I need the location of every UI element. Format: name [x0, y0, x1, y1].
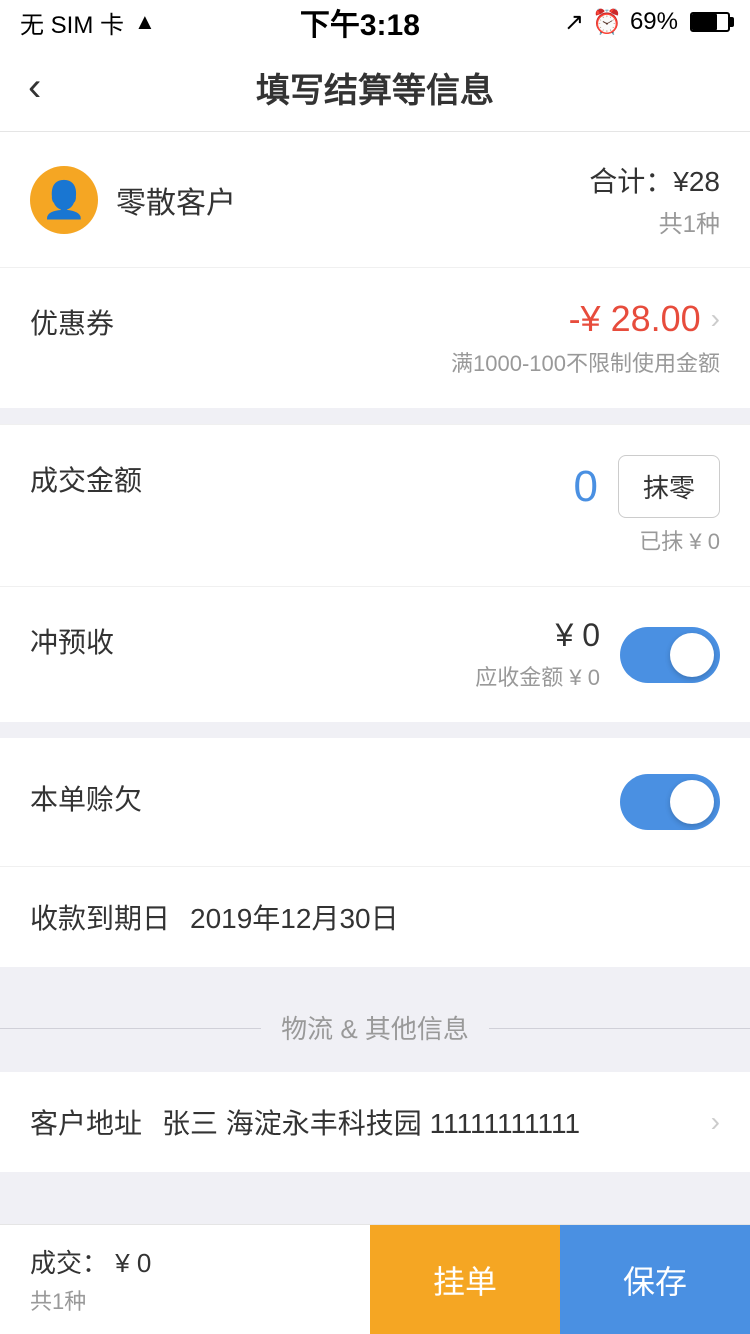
content: 👤 零散客户 合计：¥28 共1种 优惠券 -¥ 28.00 › 满1000-1…: [0, 132, 750, 1308]
address-value: 张三 海淀永丰科技园 11111111111: [162, 1102, 580, 1142]
save-button[interactable]: 保存: [560, 1225, 750, 1334]
bottom-buttons: 挂单 保存: [370, 1225, 750, 1334]
due-date-value: 2019年12月30日: [190, 897, 399, 937]
sim-status: 无 SIM 卡: [20, 5, 124, 40]
coupon-discount: -¥ 28.00: [569, 298, 701, 340]
transaction-value-row: 0 抹零: [574, 455, 721, 518]
customer-row: 👤 零散客户 合计：¥28 共1种: [0, 132, 750, 267]
back-button[interactable]: ‹: [28, 65, 41, 110]
prepayment-row: 冲预收 ¥ 0 应收金额 ¥ 0: [0, 586, 750, 722]
summary-count: 共1种: [589, 204, 720, 239]
customer-section: 👤 零散客户 合计：¥28 共1种 优惠券 -¥ 28.00 › 满1000-1…: [0, 132, 750, 408]
logistics-label: 物流 & 其他信息: [261, 1009, 489, 1046]
hold-button[interactable]: 挂单: [370, 1225, 560, 1334]
avatar-icon: 👤: [42, 179, 87, 221]
summary-total: 合计：¥28: [589, 160, 720, 200]
credit-toggle[interactable]: [620, 774, 720, 830]
credit-section: 本单赊欠 收款到期日 2019年12月30日: [0, 738, 750, 967]
transaction-amount[interactable]: 0: [574, 462, 598, 512]
customer-left: 👤 零散客户: [30, 166, 236, 234]
avatar: 👤: [30, 166, 98, 234]
coupon-chevron: ›: [711, 303, 720, 335]
prepayment-toggle-container: [620, 627, 720, 683]
status-bar: 无 SIM 卡 ▲ 下午3:18 ↗ ⏰ 69%: [0, 0, 750, 44]
wifi-icon: ▲: [134, 9, 156, 35]
prepayment-sub: 应收金额 ¥ 0: [475, 660, 600, 692]
transaction-sub: 已抹 ¥ 0: [639, 524, 720, 556]
status-left: 无 SIM 卡 ▲: [20, 5, 156, 40]
status-right: ↗ ⏰ 69%: [564, 8, 730, 37]
bottom-count: 共1种: [30, 1284, 340, 1316]
credit-row: 本单赊欠: [0, 738, 750, 866]
credit-toggle-container: [620, 774, 720, 830]
prepayment-toggle[interactable]: [620, 627, 720, 683]
status-time: 下午3:18: [300, 0, 420, 44]
bottom-info: 成交： ¥ 0 共1种: [0, 1243, 370, 1316]
address-chevron: ›: [711, 1106, 720, 1138]
address-section: 客户地址 张三 海淀永丰科技园 11111111111 ›: [0, 1072, 750, 1172]
transaction-row: 成交金额 0 抹零 已抹 ¥ 0: [0, 424, 750, 586]
coupon-desc: 满1000-100不限制使用金额: [451, 346, 720, 378]
transaction-right: 0 抹零 已抹 ¥ 0: [150, 455, 720, 556]
transaction-label: 成交金额: [30, 455, 150, 499]
prepayment-right: ¥ 0 应收金额 ¥ 0: [150, 617, 720, 692]
location-icon: ↗: [564, 8, 584, 37]
battery-percent: 69%: [630, 8, 678, 36]
credit-toggle-knob: [670, 780, 714, 824]
bottom-transaction-label: 成交：: [30, 1248, 108, 1278]
credit-label: 本单赊欠: [30, 774, 150, 818]
prepayment-value-row: ¥ 0 应收金额 ¥ 0: [475, 617, 720, 692]
nav-bar: ‹ 填写结算等信息: [0, 44, 750, 132]
prepayment-values: ¥ 0 应收金额 ¥ 0: [475, 617, 600, 692]
coupon-right: -¥ 28.00 › 满1000-100不限制使用金额: [150, 298, 720, 378]
bottom-transaction-value: ¥ 0: [115, 1248, 151, 1278]
bottom-bar: 成交： ¥ 0 共1种 挂单 保存: [0, 1224, 750, 1334]
coupon-row[interactable]: 优惠券 -¥ 28.00 › 满1000-100不限制使用金额: [0, 267, 750, 408]
due-date-row: 收款到期日 2019年12月30日: [0, 866, 750, 967]
toggle-knob: [670, 633, 714, 677]
address-left: 客户地址 张三 海淀永丰科技园 11111111111: [30, 1102, 580, 1142]
logistics-divider: 物流 & 其他信息: [0, 983, 750, 1072]
page-title: 填写结算等信息: [256, 63, 494, 112]
customer-summary: 合计：¥28 共1种: [589, 160, 720, 239]
customer-name: 零散客户: [116, 178, 236, 222]
bottom-transaction: 成交： ¥ 0: [30, 1243, 340, 1280]
prepayment-label: 冲预收: [30, 617, 150, 661]
prepayment-value: ¥ 0: [475, 617, 600, 654]
alarm-icon: ⏰: [592, 8, 622, 37]
address-row[interactable]: 客户地址 张三 海淀永丰科技园 11111111111 ›: [0, 1072, 750, 1172]
transaction-section: 成交金额 0 抹零 已抹 ¥ 0 冲预收 ¥ 0 应收金额 ¥ 0: [0, 424, 750, 722]
address-label: 客户地址: [30, 1102, 142, 1142]
coupon-label: 优惠券: [30, 298, 150, 342]
battery-icon: [690, 12, 730, 32]
coupon-value-row: -¥ 28.00 ›: [569, 298, 720, 340]
round-zero-button[interactable]: 抹零: [618, 455, 720, 518]
due-date-label: 收款到期日: [30, 897, 170, 937]
